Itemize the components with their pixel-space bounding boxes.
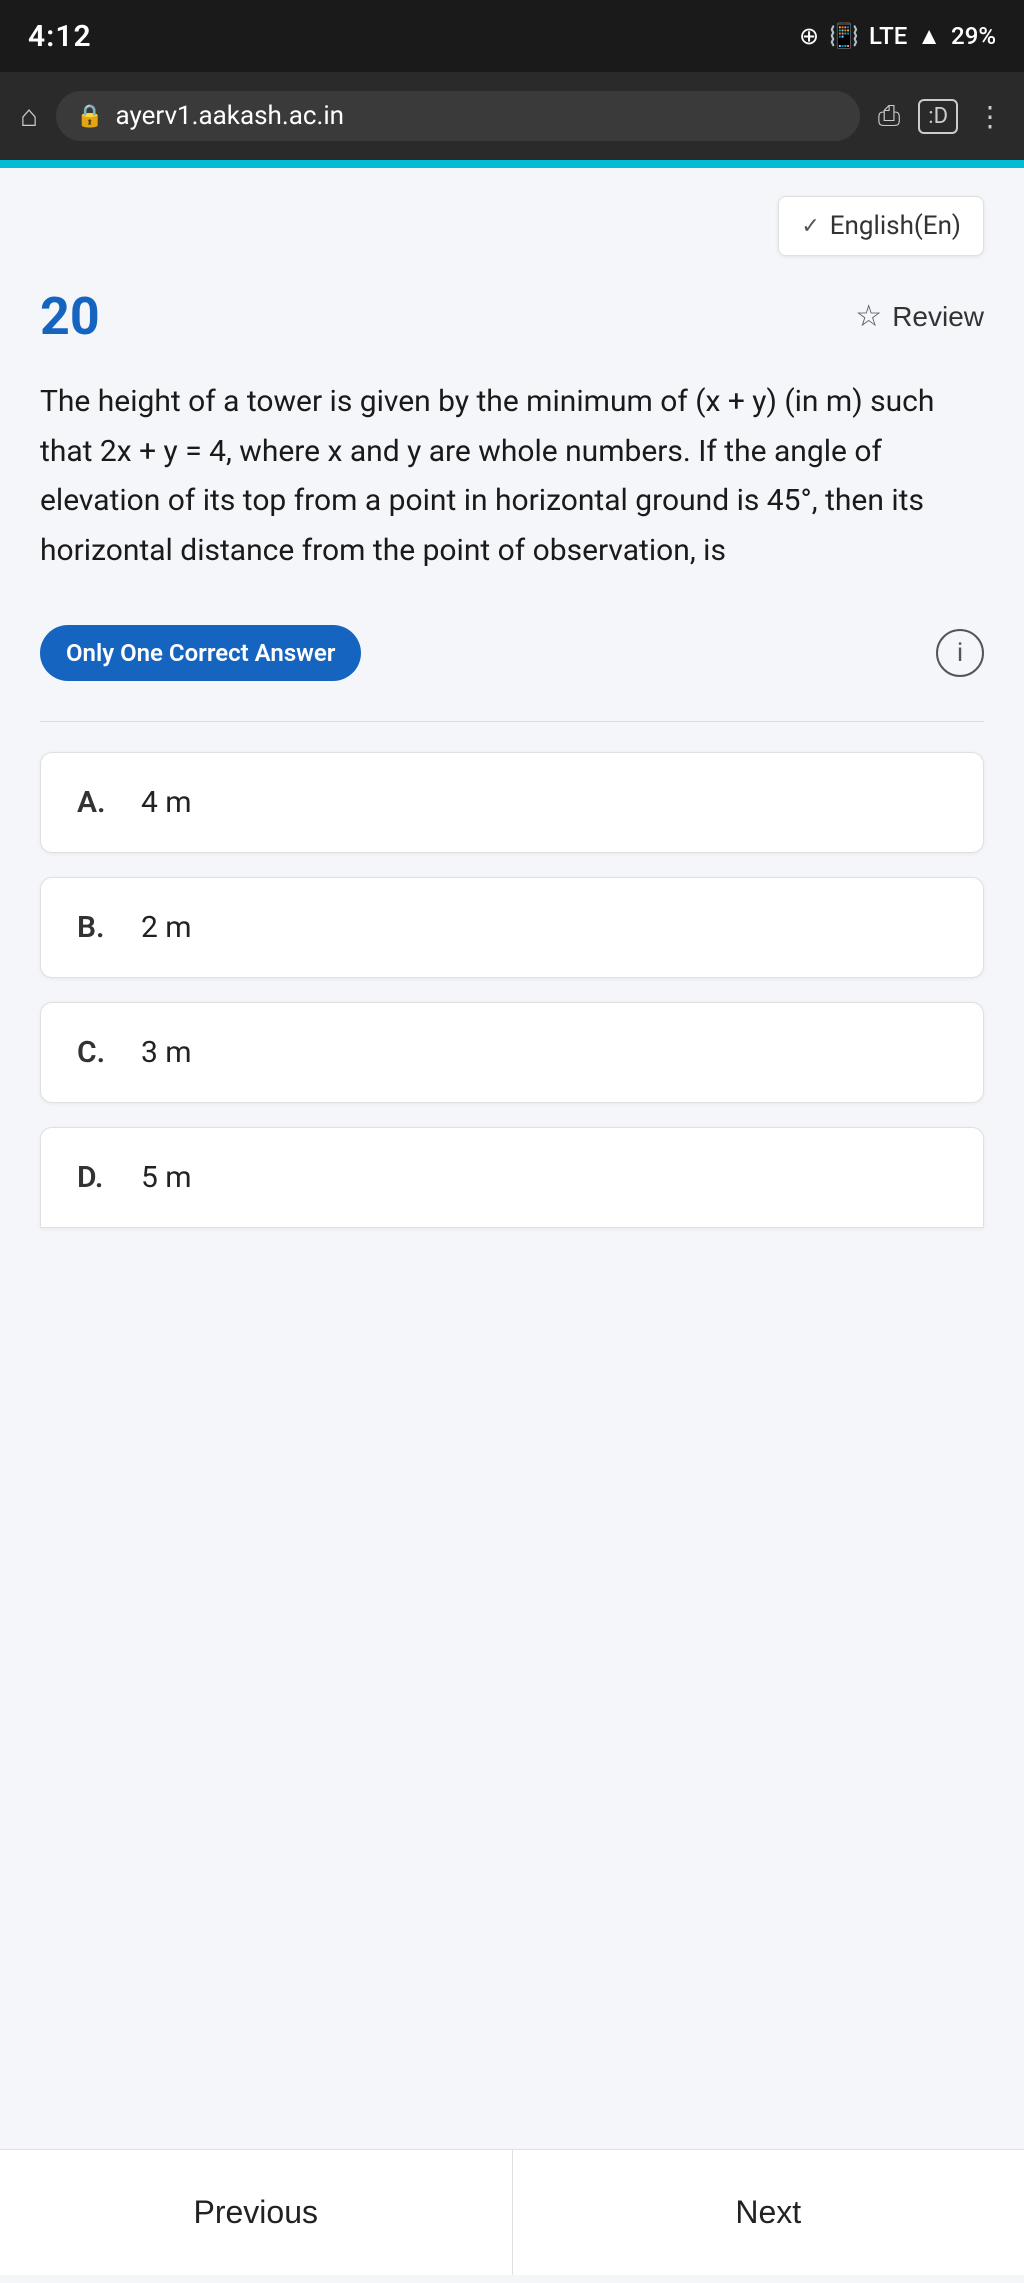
option-c-letter: C. bbox=[77, 1035, 113, 1070]
status-time: 4:12 bbox=[28, 19, 92, 54]
option-b[interactable]: B. 2 m bbox=[40, 877, 984, 978]
chevron-down-icon: ✓ bbox=[801, 214, 819, 239]
question-header: 20 ☆ Review bbox=[40, 286, 984, 347]
language-label: English(En) bbox=[830, 211, 961, 241]
info-icon[interactable]: i bbox=[936, 629, 984, 677]
battery-indicator: 29% bbox=[951, 22, 996, 50]
gps-icon: ⊕ bbox=[799, 22, 819, 50]
home-icon[interactable]: ⌂ bbox=[20, 99, 38, 134]
question-text: The height of a tower is given by the mi… bbox=[40, 377, 984, 575]
option-c-text: 3 m bbox=[141, 1035, 192, 1070]
bottom-spacer bbox=[0, 1228, 1024, 1408]
share-icon[interactable]: ⎙ bbox=[878, 99, 900, 133]
vibrate-icon: 📳 bbox=[829, 22, 859, 50]
address-bar[interactable]: 🔒 ayerv1.aakash.ac.in bbox=[56, 91, 860, 141]
url-text: ayerv1.aakash.ac.in bbox=[116, 101, 344, 131]
language-bar: ✓ English(En) bbox=[0, 168, 1024, 276]
main-content: ✓ English(En) 20 ☆ Review The height of … bbox=[0, 168, 1024, 2283]
option-d-letter: D. bbox=[77, 1160, 113, 1195]
answer-type-row: Only One Correct Answer i bbox=[40, 625, 984, 681]
browser-actions: ⎙ :D ⋮ bbox=[878, 99, 1004, 134]
previous-button[interactable]: Previous bbox=[0, 2150, 513, 2275]
review-button[interactable]: ☆ Review bbox=[855, 299, 984, 334]
signal-icon: ▲ bbox=[917, 22, 941, 51]
star-icon: ☆ bbox=[855, 299, 882, 334]
option-b-letter: B. bbox=[77, 910, 113, 945]
question-number: 20 bbox=[40, 286, 100, 347]
option-a-letter: A. bbox=[77, 785, 113, 820]
option-b-text: 2 m bbox=[141, 910, 192, 945]
review-label: Review bbox=[892, 301, 984, 333]
lte-icon: LTE bbox=[869, 22, 907, 50]
menu-icon[interactable]: ⋮ bbox=[976, 100, 1004, 133]
options-section: A. 4 m B. 2 m C. 3 m D. 5 m bbox=[0, 752, 1024, 1228]
status-bar: 4:12 ⊕ 📳 LTE ▲ 29% bbox=[0, 0, 1024, 72]
language-dropdown[interactable]: ✓ English(En) bbox=[778, 196, 984, 256]
option-a-text: 4 m bbox=[141, 785, 192, 820]
lock-icon: 🔒 bbox=[76, 104, 103, 129]
option-d-text: 5 m bbox=[141, 1160, 192, 1195]
browser-bar: ⌂ 🔒 ayerv1.aakash.ac.in ⎙ :D ⋮ bbox=[0, 72, 1024, 160]
option-c[interactable]: C. 3 m bbox=[40, 1002, 984, 1103]
option-d[interactable]: D. 5 m bbox=[40, 1127, 984, 1228]
status-icons: ⊕ 📳 LTE ▲ 29% bbox=[799, 22, 996, 51]
next-button[interactable]: Next bbox=[513, 2150, 1024, 2275]
option-a[interactable]: A. 4 m bbox=[40, 752, 984, 853]
answer-type-badge: Only One Correct Answer bbox=[40, 625, 361, 681]
accent-bar bbox=[0, 160, 1024, 168]
question-section: 20 ☆ Review The height of a tower is giv… bbox=[0, 276, 1024, 722]
tab-count[interactable]: :D bbox=[918, 99, 958, 134]
nav-buttons: Previous Next bbox=[0, 2149, 1024, 2275]
divider bbox=[40, 721, 984, 722]
